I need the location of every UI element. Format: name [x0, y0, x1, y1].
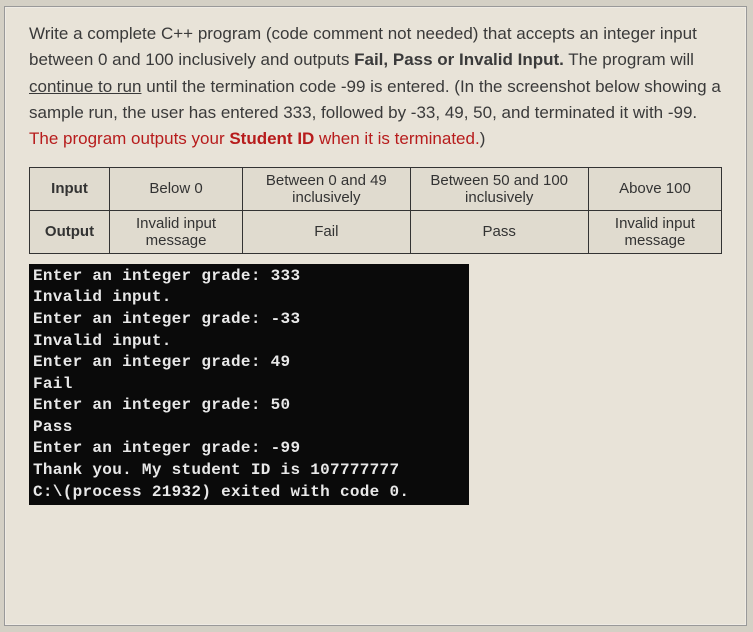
- header-below0: Below 0: [110, 167, 243, 210]
- text-red-post: when it is terminated.: [314, 129, 479, 148]
- text-student-id: Student ID: [229, 129, 314, 148]
- cell-fail: Fail: [243, 210, 410, 253]
- term-line: Enter an integer grade: 49: [33, 352, 465, 374]
- terminal-output: Enter an integer grade: 333 Invalid inpu…: [29, 264, 469, 506]
- table-header-row: Input Below 0 Between 0 and 49 inclusive…: [30, 167, 722, 210]
- term-line: Pass: [33, 417, 465, 439]
- header-50to100: Between 50 and 100 inclusively: [410, 167, 588, 210]
- text-close-paren: ): [480, 129, 486, 148]
- text-line1: Write a complete C++ program (code comme…: [29, 24, 575, 43]
- cell-invalid2: Invalid input message: [588, 210, 721, 253]
- text-line3-end: until the termination: [141, 77, 294, 96]
- cell-pass: Pass: [410, 210, 588, 253]
- text-invalid-bold: Invalid Input.: [459, 50, 564, 69]
- term-line: Fail: [33, 374, 465, 396]
- table-output-row: Output Invalid input message Fail Pass I…: [30, 210, 722, 253]
- term-line: Thank you. My student ID is 107777777: [33, 460, 465, 482]
- term-line: Enter an integer grade: -33: [33, 309, 465, 331]
- cell-output: Output: [30, 210, 110, 253]
- header-0to49: Between 0 and 49 inclusively: [243, 167, 410, 210]
- text-line5: user has entered 333, followed by -33, 4…: [151, 103, 663, 122]
- term-line: Invalid input.: [33, 287, 465, 309]
- text-underline: continue to run: [29, 77, 141, 96]
- header-above100: Above 100: [588, 167, 721, 210]
- term-line: Enter an integer grade: 333: [33, 266, 465, 288]
- document-page: Write a complete C++ program (code comme…: [4, 6, 747, 626]
- term-line: Enter an integer grade: -99: [33, 438, 465, 460]
- text-outputs-bold: Fail, Pass or: [354, 50, 454, 69]
- text-red-pre: The program outputs your: [29, 129, 229, 148]
- term-line: Invalid input.: [33, 331, 465, 353]
- term-line: C:\(process 21932) exited with code 0.: [33, 482, 465, 504]
- cell-invalid1: Invalid input message: [110, 210, 243, 253]
- text-line3-cont: The program will: [564, 50, 694, 69]
- header-input: Input: [30, 167, 110, 210]
- text-line6-pre: -99.: [668, 103, 697, 122]
- term-line: Enter an integer grade: 50: [33, 395, 465, 417]
- problem-statement: Write a complete C++ program (code comme…: [29, 21, 722, 153]
- rules-table: Input Below 0 Between 0 and 49 inclusive…: [29, 167, 722, 254]
